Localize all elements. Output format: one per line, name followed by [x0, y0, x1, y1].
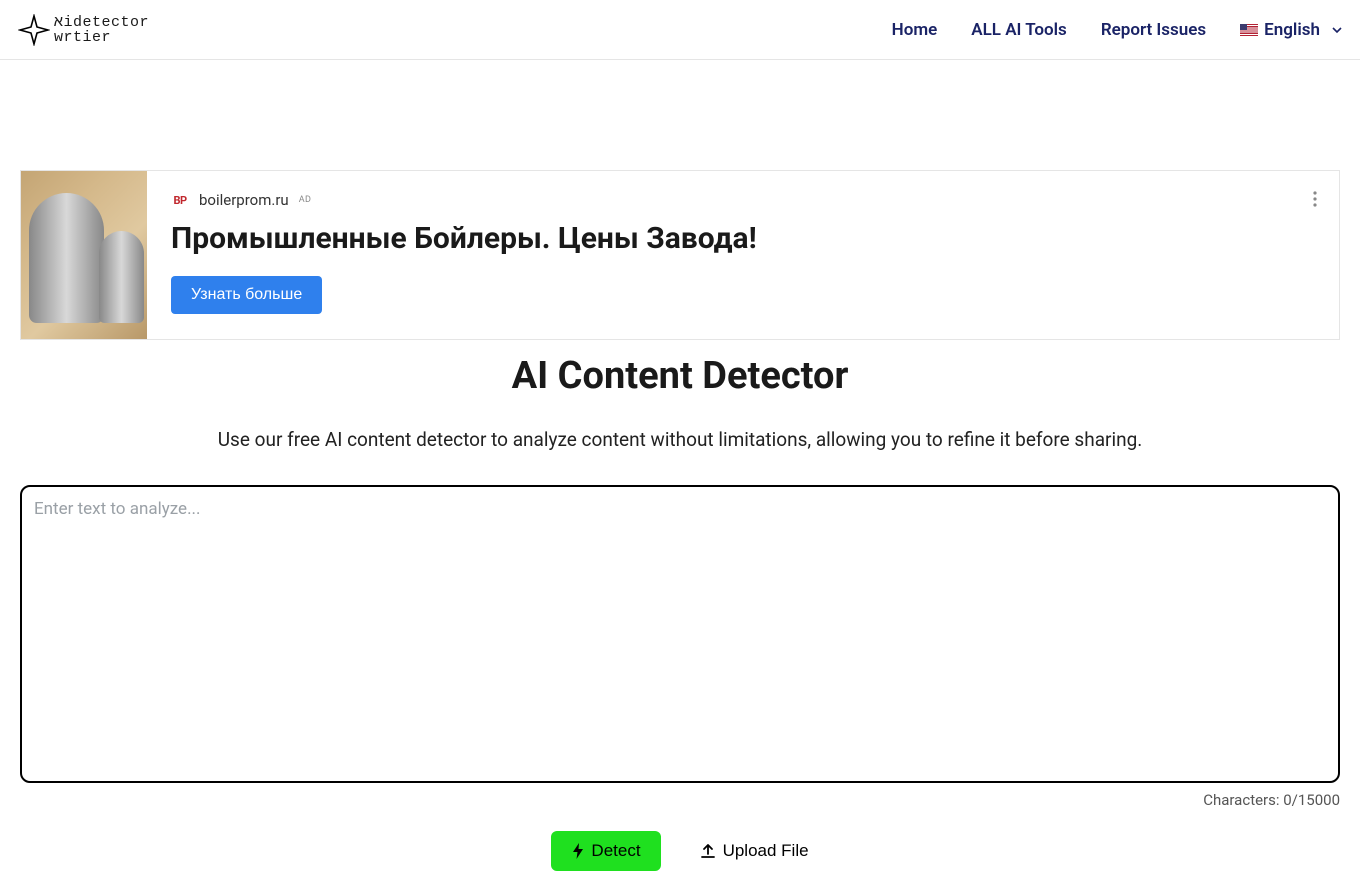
- detect-button[interactable]: Detect: [551, 831, 660, 871]
- ad-image: [21, 171, 147, 339]
- ad-menu-button[interactable]: [1307, 189, 1323, 209]
- bolt-icon: [571, 843, 585, 859]
- site-header: אidetector wrtier Home ALL AI Tools Repo…: [0, 0, 1360, 60]
- page-content: BP boilerprom.ru AD Промышленные Бойлеры…: [0, 170, 1360, 891]
- page-subtitle: Use our free AI content detector to anal…: [20, 428, 1340, 451]
- upload-file-button[interactable]: Upload File: [701, 841, 809, 861]
- nav-language-label: English: [1264, 20, 1320, 40]
- nav-home[interactable]: Home: [892, 20, 938, 40]
- main-nav: Home ALL AI Tools Report Issues English: [892, 20, 1342, 40]
- chevron-down-icon: [1332, 25, 1342, 35]
- analyze-box: [20, 485, 1340, 783]
- site-logo[interactable]: אidetector wrtier: [18, 14, 149, 46]
- analyze-textarea[interactable]: [34, 499, 1326, 769]
- upload-icon: [701, 843, 715, 859]
- star-icon: [18, 14, 50, 46]
- logo-text: אidetector wrtier: [54, 15, 149, 45]
- ad-cta-button[interactable]: Узнать больше: [171, 276, 322, 314]
- ad-favicon-icon: BP: [171, 193, 189, 207]
- upload-file-label: Upload File: [723, 841, 809, 861]
- page-title: AI Content Detector: [20, 354, 1340, 398]
- flag-us-icon: [1240, 24, 1258, 36]
- more-vertical-icon: [1313, 191, 1317, 207]
- nav-report-issues[interactable]: Report Issues: [1101, 20, 1206, 40]
- ad-source-row: BP boilerprom.ru AD: [171, 191, 1315, 209]
- ad-domain: boilerprom.ru: [199, 191, 289, 209]
- ad-label: AD: [299, 195, 312, 205]
- logo-text-line1: אidetector: [54, 15, 149, 30]
- ad-body: BP boilerprom.ru AD Промышленные Бойлеры…: [147, 171, 1339, 339]
- nav-language-selector[interactable]: English: [1240, 20, 1342, 40]
- char-counter: Characters: 0/15000: [20, 791, 1340, 809]
- detect-button-label: Detect: [591, 841, 640, 861]
- ad-headline: Промышленные Бойлеры. Цены Завода!: [171, 221, 1315, 256]
- ad-banner[interactable]: BP boilerprom.ru AD Промышленные Бойлеры…: [20, 170, 1340, 340]
- action-row: Detect Upload File: [20, 831, 1340, 891]
- logo-text-line2: wrtier: [54, 30, 149, 45]
- nav-all-ai-tools[interactable]: ALL AI Tools: [971, 20, 1067, 40]
